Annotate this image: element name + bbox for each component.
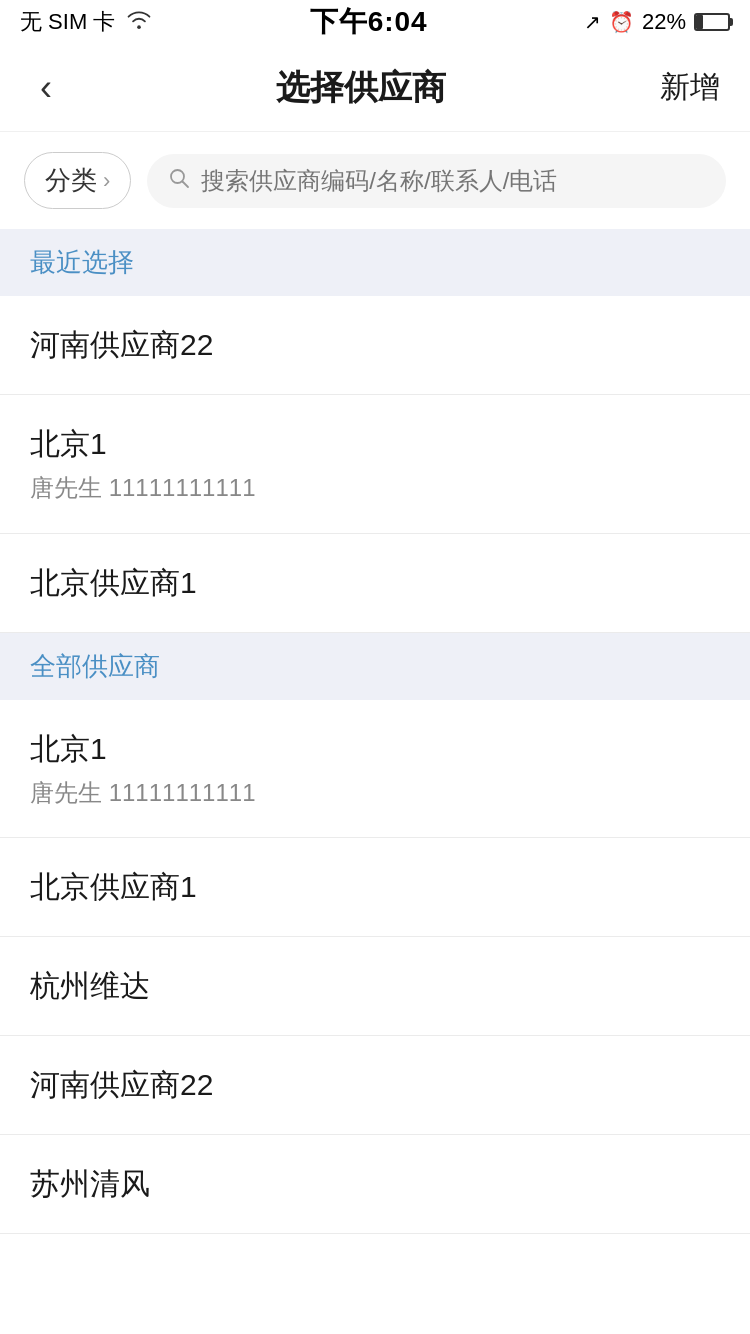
recent-list: 河南供应商22 北京1 唐先生 11111111111 北京供应商1 xyxy=(0,296,750,633)
location-icon: ↗ xyxy=(584,10,601,34)
status-right: ↗ ⏰ 22% xyxy=(584,9,730,35)
wifi-icon xyxy=(125,9,153,35)
list-item[interactable]: 北京供应商1 xyxy=(0,838,750,937)
item-sub: 唐先生 11111111111 xyxy=(30,471,720,505)
list-item[interactable]: 北京1 唐先生 11111111111 xyxy=(0,700,750,839)
list-item[interactable]: 北京1 唐先生 11111111111 xyxy=(0,395,750,534)
item-name: 北京供应商1 xyxy=(30,866,720,908)
category-filter-button[interactable]: 分类 › xyxy=(24,152,131,209)
search-input[interactable] xyxy=(201,167,706,195)
page-title: 选择供应商 xyxy=(276,65,446,111)
all-section-header: 全部供应商 xyxy=(0,633,750,700)
item-name: 北京供应商1 xyxy=(30,562,720,604)
add-button[interactable]: 新增 xyxy=(660,67,720,108)
list-item[interactable]: 苏州清风 xyxy=(0,1135,750,1234)
item-name: 杭州维达 xyxy=(30,965,720,1007)
svg-line-1 xyxy=(183,181,189,187)
alarm-icon: ⏰ xyxy=(609,10,634,34)
search-icon xyxy=(167,166,191,196)
item-name: 北京1 xyxy=(30,728,720,770)
item-name: 河南供应商22 xyxy=(30,324,720,366)
status-time: 下午6:04 xyxy=(310,3,428,41)
filter-bar: 分类 › xyxy=(0,132,750,229)
nav-bar: ‹ 选择供应商 新增 xyxy=(0,44,750,132)
item-sub: 唐先生 11111111111 xyxy=(30,776,720,810)
item-name: 苏州清风 xyxy=(30,1163,720,1205)
list-item[interactable]: 杭州维达 xyxy=(0,937,750,1036)
list-item[interactable]: 河南供应商22 xyxy=(0,1036,750,1135)
item-name: 北京1 xyxy=(30,423,720,465)
recent-section-header: 最近选择 xyxy=(0,229,750,296)
all-list: 北京1 唐先生 11111111111 北京供应商1 杭州维达河南供应商22 苏州清风 xyxy=(0,700,750,1235)
status-left: 无 SIM 卡 xyxy=(20,7,153,37)
chevron-right-icon: › xyxy=(103,168,110,194)
battery-label: 22% xyxy=(642,9,686,35)
battery-icon xyxy=(694,13,730,31)
back-button[interactable]: ‹ xyxy=(30,57,62,119)
list-item[interactable]: 北京供应商1 xyxy=(0,534,750,633)
category-label: 分类 xyxy=(45,163,97,198)
item-name: 河南供应商22 xyxy=(30,1064,720,1106)
carrier-label: 无 SIM 卡 xyxy=(20,7,115,37)
search-box xyxy=(147,154,726,208)
status-bar: 无 SIM 卡 下午6:04 ↗ ⏰ 22% xyxy=(0,0,750,44)
list-item[interactable]: 河南供应商22 xyxy=(0,296,750,395)
